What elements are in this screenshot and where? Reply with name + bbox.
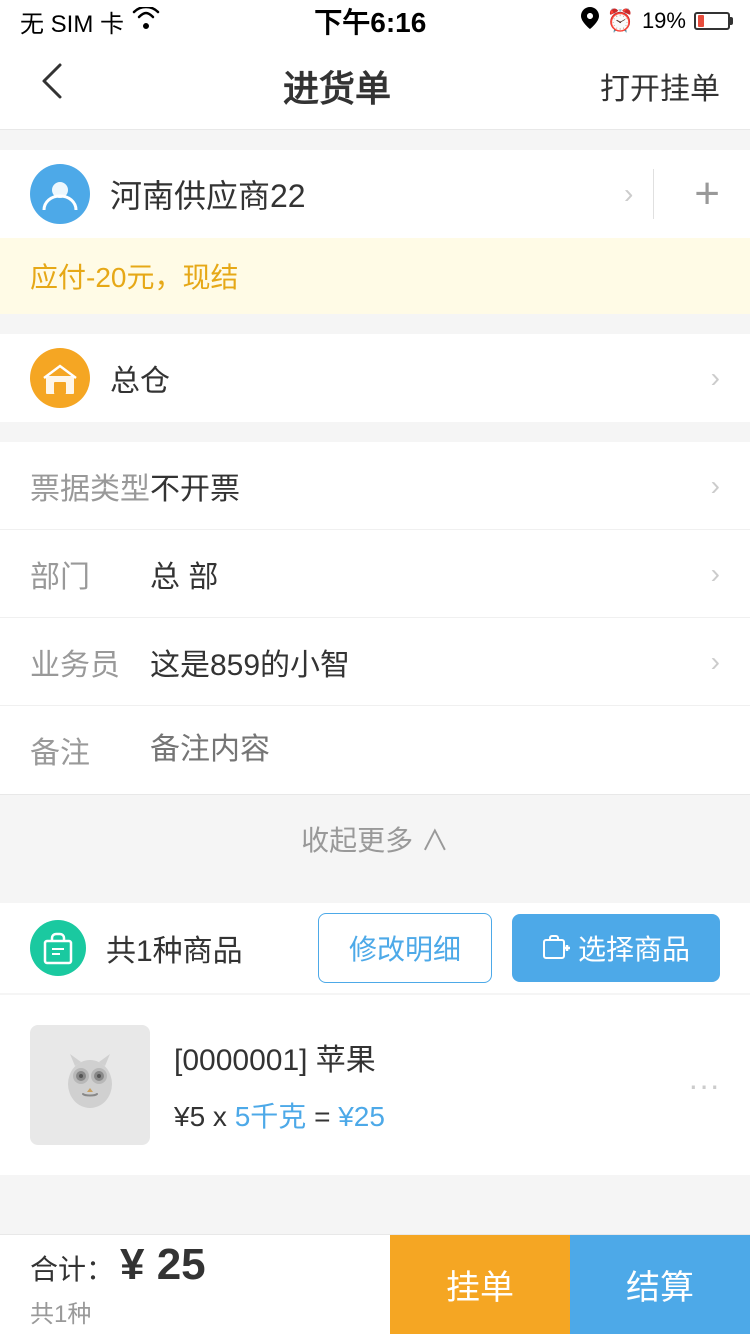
location-icon xyxy=(581,7,599,35)
product-more-button[interactable]: ··· xyxy=(688,1067,720,1104)
product-code: [0000001] xyxy=(174,1044,316,1077)
product-thumb-icon xyxy=(55,1046,125,1125)
supplier-avatar xyxy=(30,164,90,224)
salesperson-label: 业务员 xyxy=(30,640,150,684)
warehouse-section: 总仓 › xyxy=(0,334,750,422)
select-product-label: 选择商品 xyxy=(578,928,690,968)
collapse-label: 收起更多 ∧ xyxy=(301,825,449,856)
department-row[interactable]: 部门 总 部 › xyxy=(0,530,750,618)
invoice-type-value: 不开票 xyxy=(150,464,701,508)
status-bar: 无 SIM 卡 下午6:16 ⏰ 19% xyxy=(0,0,750,42)
remark-label: 备注 xyxy=(30,728,150,772)
battery-percent: 19% xyxy=(642,8,686,34)
product-quantity: 5千克 xyxy=(235,1101,307,1132)
back-button[interactable] xyxy=(30,51,74,120)
edit-detail-button[interactable]: 修改明细 xyxy=(318,913,492,983)
supplier-section: 河南供应商22 › + 应付-20元，现结 xyxy=(0,150,750,314)
product-item: [0000001] 苹果 ¥5 x 5千克 = ¥25 ··· xyxy=(0,995,750,1175)
warehouse-icon xyxy=(30,348,90,408)
main-content: 河南供应商22 › + 应付-20元，现结 总仓 › 票据类型 xyxy=(0,150,750,1275)
invoice-type-label: 票据类型 xyxy=(30,464,150,508)
add-supplier-button[interactable]: + xyxy=(694,169,720,219)
bottom-bar: 合计： ¥ 25 共1种 挂单 结算 xyxy=(0,1234,750,1334)
warehouse-name: 总仓 xyxy=(110,356,701,400)
warehouse-chevron: › xyxy=(711,362,720,394)
product-info: [0000001] 苹果 ¥5 x 5千克 = ¥25 xyxy=(174,1035,664,1135)
total-label: 合计： xyxy=(30,1248,114,1288)
supplier-name: 河南供应商22 xyxy=(110,171,614,217)
select-product-button[interactable]: 选择商品 xyxy=(512,914,720,982)
product-name: [0000001] 苹果 xyxy=(174,1035,664,1079)
product-title: 苹果 xyxy=(316,1044,376,1077)
open-hang-button[interactable]: 打开挂单 xyxy=(600,64,720,108)
product-subtotal: ¥25 xyxy=(338,1101,385,1132)
department-label: 部门 xyxy=(30,552,150,596)
status-left: 无 SIM 卡 xyxy=(20,4,160,39)
product-thumbnail xyxy=(30,1025,150,1145)
notice-bar: 应付-20元，现结 xyxy=(0,238,750,314)
product-unit-price: ¥5 x xyxy=(174,1101,235,1132)
warehouse-row[interactable]: 总仓 › xyxy=(0,334,750,422)
products-header: 共1种商品 修改明细 选择商品 xyxy=(0,903,750,993)
invoice-type-chevron: › xyxy=(711,470,720,502)
notice-text: 应付-20元，现结 xyxy=(30,262,238,293)
remark-row[interactable]: 备注 xyxy=(0,706,750,794)
carrier-label: 无 SIM 卡 xyxy=(20,4,124,39)
product-count-text: 共1种商品 xyxy=(106,926,298,970)
collapse-bar[interactable]: 收起更多 ∧ xyxy=(0,794,750,883)
salesperson-row[interactable]: 业务员 这是859的小智 › xyxy=(0,618,750,706)
product-price-row: ¥5 x 5千克 = ¥25 xyxy=(174,1095,664,1135)
page-title: 进货单 xyxy=(283,60,391,112)
salesperson-value: 这是859的小智 xyxy=(150,640,701,684)
checkout-button[interactable]: 结算 xyxy=(570,1235,750,1334)
form-section: 票据类型 不开票 › 部门 总 部 › 业务员 这是859的小智 › 备注 xyxy=(0,442,750,794)
wifi-icon xyxy=(132,7,160,35)
remark-input[interactable] xyxy=(150,733,720,767)
department-chevron: › xyxy=(711,558,720,590)
total-area: 合计： ¥ 25 共1种 xyxy=(0,1240,390,1329)
supplier-row[interactable]: 河南供应商22 › + xyxy=(0,150,750,238)
invoice-type-row[interactable]: 票据类型 不开票 › xyxy=(0,442,750,530)
total-amount: ¥ 25 xyxy=(120,1240,206,1290)
status-time: 下午6:16 xyxy=(314,1,426,41)
status-right: ⏰ 19% xyxy=(581,7,730,35)
total-count: 共1种 xyxy=(30,1294,360,1329)
battery-icon xyxy=(694,12,730,30)
hang-button[interactable]: 挂单 xyxy=(390,1235,570,1334)
product-equals: = xyxy=(314,1101,338,1132)
product-icon xyxy=(30,920,86,976)
vertical-divider xyxy=(653,169,654,219)
alarm-icon: ⏰ xyxy=(607,8,634,34)
department-value: 总 部 xyxy=(150,552,701,596)
nav-bar: 进货单 打开挂单 xyxy=(0,42,750,130)
supplier-chevron: › xyxy=(624,178,633,210)
salesperson-chevron: › xyxy=(711,646,720,678)
